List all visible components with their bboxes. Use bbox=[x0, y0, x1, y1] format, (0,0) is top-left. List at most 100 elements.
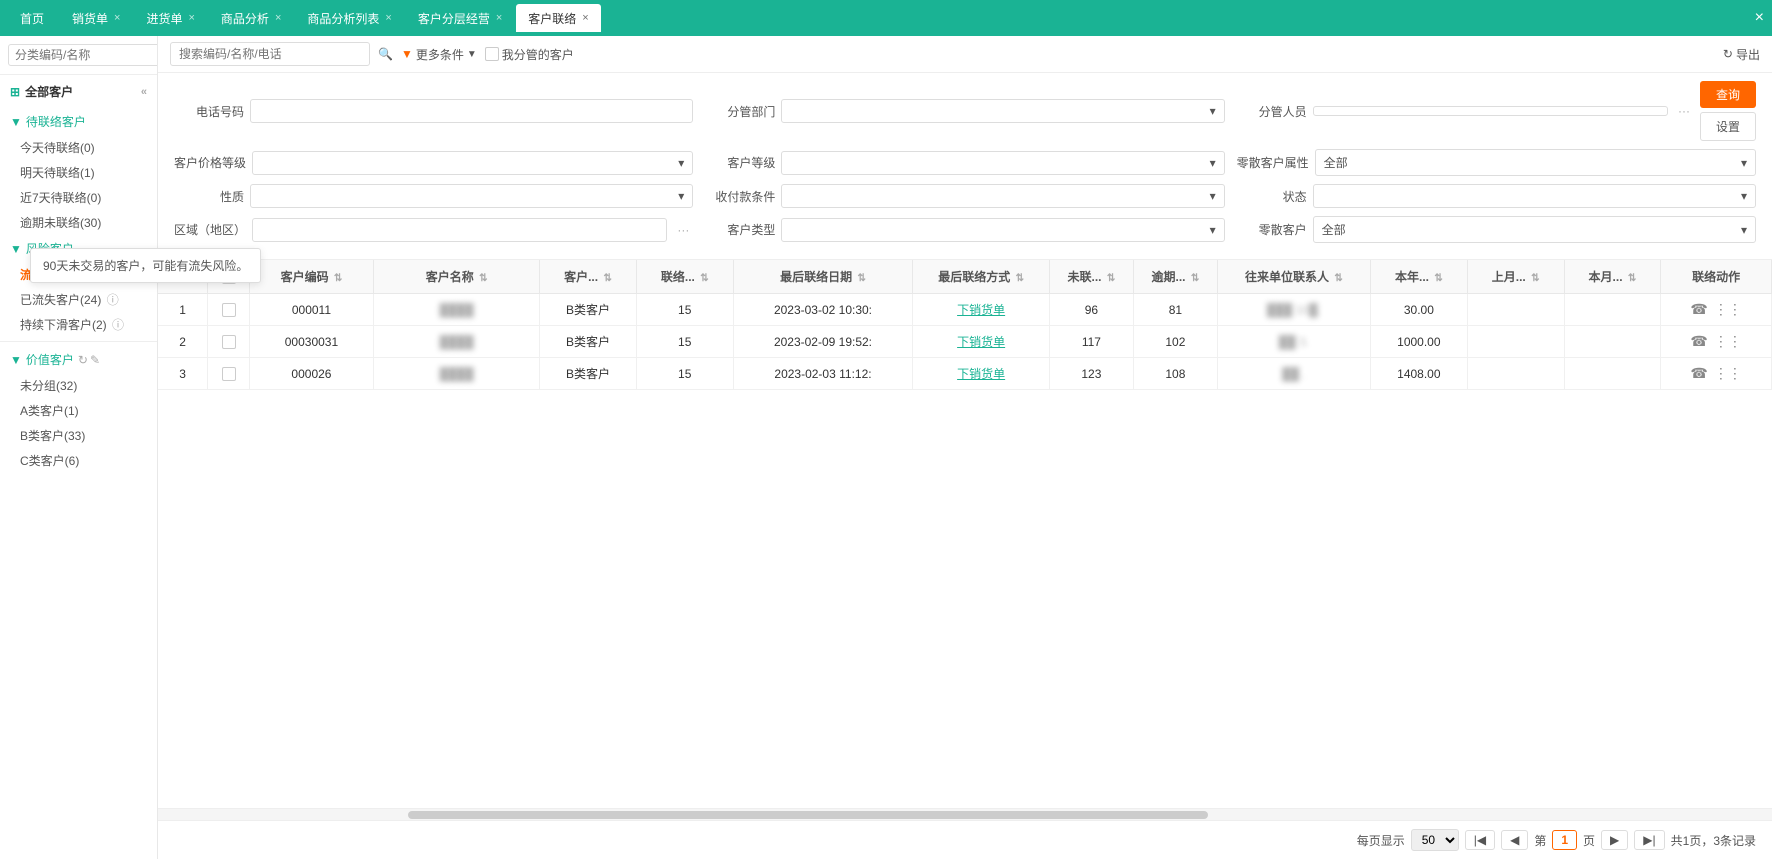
query-button[interactable]: 查询 bbox=[1700, 81, 1756, 108]
phone-label: 电话号码 bbox=[174, 103, 244, 120]
per-page-select[interactable]: 50 bbox=[1411, 829, 1459, 851]
current-page-number[interactable]: 1 bbox=[1552, 830, 1577, 850]
row-checkbox[interactable] bbox=[208, 326, 249, 358]
row-last-method[interactable]: 下销货单 bbox=[913, 294, 1050, 326]
tab-customer-contact[interactable]: 客户联络 × bbox=[516, 4, 600, 32]
row-last-method[interactable]: 下销货单 bbox=[913, 358, 1050, 390]
sidebar-item-declining[interactable]: 持续下滑客户(2) ⓘ bbox=[0, 312, 157, 337]
sidebar-item-7days[interactable]: 近7天待联络(0) bbox=[0, 185, 157, 210]
row-check-icon[interactable] bbox=[222, 367, 236, 381]
info-icon: ⓘ bbox=[107, 293, 119, 307]
prev-page-button[interactable]: ◀ bbox=[1501, 830, 1528, 850]
edit-icon[interactable]: ✎ bbox=[90, 353, 100, 367]
sidebar-item-overdue[interactable]: 逾期未联络(30) bbox=[0, 210, 157, 235]
th-unit-contact[interactable]: 往来单位联系人 ⇅ bbox=[1217, 260, 1370, 294]
tab-home[interactable]: 首页 bbox=[8, 4, 56, 32]
tab-purchase[interactable]: 进货单 × bbox=[134, 4, 206, 32]
th-uncontact[interactable]: 未联... ⇅ bbox=[1049, 260, 1133, 294]
refresh-icon[interactable]: ↻ bbox=[78, 353, 88, 367]
action-more-icon[interactable]: ⋮⋮ bbox=[1714, 301, 1742, 318]
tab-product-analysis[interactable]: 商品分析 × bbox=[209, 4, 293, 32]
action-phone-icon[interactable]: ☎ bbox=[1690, 333, 1707, 350]
th-overdue[interactable]: 逾期... ⇅ bbox=[1133, 260, 1217, 294]
area-input[interactable] bbox=[252, 218, 667, 242]
search-input[interactable] bbox=[170, 42, 370, 66]
sidebar-item-churned[interactable]: 已流失客户(24) ⓘ bbox=[0, 287, 157, 312]
close-all-tabs-icon[interactable]: × bbox=[1755, 9, 1764, 27]
row-check-icon[interactable] bbox=[222, 303, 236, 317]
first-page-button[interactable]: |◀ bbox=[1465, 830, 1495, 850]
sort-level-icon: ⇅ bbox=[603, 273, 611, 284]
close-customer-tier-icon[interactable]: × bbox=[496, 12, 502, 24]
last-method-link[interactable]: 下销货单 bbox=[957, 335, 1005, 349]
sort-uncontact-icon: ⇅ bbox=[1107, 273, 1115, 284]
tab-customer-tier[interactable]: 客户分层经营 × bbox=[406, 4, 514, 32]
th-this-month[interactable]: 本月... ⇅ bbox=[1564, 260, 1661, 294]
sidebar-item-tomorrow[interactable]: 明天待联络(1) bbox=[0, 160, 157, 185]
collapse-icon[interactable]: « bbox=[141, 86, 147, 98]
next-page-button[interactable]: ▶ bbox=[1601, 830, 1628, 850]
th-last-date[interactable]: 最后联络日期 ⇅ bbox=[733, 260, 913, 294]
customer-level-select[interactable]: ▾ bbox=[781, 151, 1224, 175]
filter-row-1: 电话号码 分管部门 ▾ 分管人员 ··· bbox=[174, 81, 1756, 141]
last-page-button[interactable]: ▶| bbox=[1634, 830, 1664, 850]
chevron-dept-icon: ▾ bbox=[1210, 104, 1216, 118]
customer-type-select[interactable]: ▾ bbox=[781, 218, 1224, 242]
chevron-gender-icon: ▾ bbox=[678, 189, 684, 203]
close-salesorder-icon[interactable]: × bbox=[114, 12, 120, 24]
tab-product-analysis-list[interactable]: 商品分析列表 × bbox=[295, 4, 403, 32]
action-phone-icon[interactable]: ☎ bbox=[1690, 365, 1707, 382]
phone-input[interactable] bbox=[250, 99, 693, 123]
sidebar-group-value-title[interactable]: ▼ 价值客户 ↻ ✎ bbox=[0, 346, 157, 373]
row-last-method[interactable]: 下销货单 bbox=[913, 326, 1050, 358]
sidebar-item-class-c[interactable]: C类客户(6) bbox=[0, 448, 157, 473]
th-year-amount[interactable]: 本年... ⇅ bbox=[1370, 260, 1467, 294]
person-more-btn[interactable]: ··· bbox=[1674, 104, 1694, 118]
row-uncontact: 117 bbox=[1049, 326, 1133, 358]
action-phone-icon[interactable]: ☎ bbox=[1690, 301, 1707, 318]
th-code[interactable]: 客户编码 ⇅ bbox=[249, 260, 373, 294]
th-level[interactable]: 客户... ⇅ bbox=[540, 260, 637, 294]
th-name[interactable]: 客户名称 ⇅ bbox=[374, 260, 540, 294]
sidebar-search-input[interactable] bbox=[8, 44, 158, 66]
close-product-analysis-icon[interactable]: × bbox=[275, 12, 281, 24]
checkbox-icon[interactable] bbox=[485, 47, 499, 61]
th-last-method[interactable]: 最后联络方式 ⇅ bbox=[913, 260, 1050, 294]
tab-salesorder[interactable]: 销货单 × bbox=[60, 4, 132, 32]
gender-select[interactable]: ▾ bbox=[250, 184, 693, 208]
sidebar-item-class-a[interactable]: A类客户(1) bbox=[0, 398, 157, 423]
th-contact[interactable]: 联络... ⇅ bbox=[636, 260, 733, 294]
payment-select[interactable]: ▾ bbox=[781, 184, 1224, 208]
horizontal-scrollbar[interactable] bbox=[158, 808, 1772, 820]
row-check-icon[interactable] bbox=[222, 335, 236, 349]
person-select[interactable] bbox=[1313, 106, 1668, 116]
action-more-icon[interactable]: ⋮⋮ bbox=[1714, 365, 1742, 382]
export-button[interactable]: ↻ 导出 bbox=[1723, 46, 1760, 63]
row-checkbox[interactable] bbox=[208, 294, 249, 326]
close-purchase-icon[interactable]: × bbox=[188, 12, 194, 24]
last-method-link[interactable]: 下销货单 bbox=[957, 303, 1005, 317]
sidebar-item-today[interactable]: 今天待联络(0) bbox=[0, 135, 157, 160]
sidebar-item-class-b[interactable]: B类客户(33) bbox=[0, 423, 157, 448]
close-customer-contact-icon[interactable]: × bbox=[582, 12, 588, 24]
th-last-month[interactable]: 上月... ⇅ bbox=[1467, 260, 1564, 294]
status-select[interactable]: ▾ bbox=[1313, 184, 1756, 208]
scrollbar-thumb[interactable] bbox=[408, 811, 1208, 819]
dept-select[interactable]: ▾ bbox=[781, 99, 1224, 123]
price-level-select[interactable]: ▾ bbox=[252, 151, 693, 175]
area-more-btn[interactable]: ··· bbox=[673, 223, 693, 237]
zero-attr-select[interactable]: 全部 ▾ bbox=[1315, 149, 1756, 176]
settings-button[interactable]: 设置 bbox=[1700, 112, 1756, 141]
my-customers-checkbox[interactable]: 我分管的客户 bbox=[485, 46, 574, 63]
sidebar-all-customers[interactable]: ⊞ 全部客户 « bbox=[0, 75, 157, 108]
zero-customer-select[interactable]: 全部 ▾ bbox=[1313, 216, 1756, 243]
row-checkbox[interactable] bbox=[208, 358, 249, 390]
sort-unit-icon: ⇅ bbox=[1334, 273, 1342, 284]
action-more-icon[interactable]: ⋮⋮ bbox=[1714, 333, 1742, 350]
sidebar-group-pending-title[interactable]: ▼ 待联络客户 bbox=[0, 108, 157, 135]
filter-button[interactable]: ▼ 更多条件 ▼ bbox=[401, 46, 477, 63]
close-product-analysis-list-icon[interactable]: × bbox=[385, 12, 391, 24]
sidebar-item-ungrouped[interactable]: 未分组(32) bbox=[0, 373, 157, 398]
search-button[interactable]: 🔍 bbox=[378, 47, 393, 61]
last-method-link[interactable]: 下销货单 bbox=[957, 367, 1005, 381]
